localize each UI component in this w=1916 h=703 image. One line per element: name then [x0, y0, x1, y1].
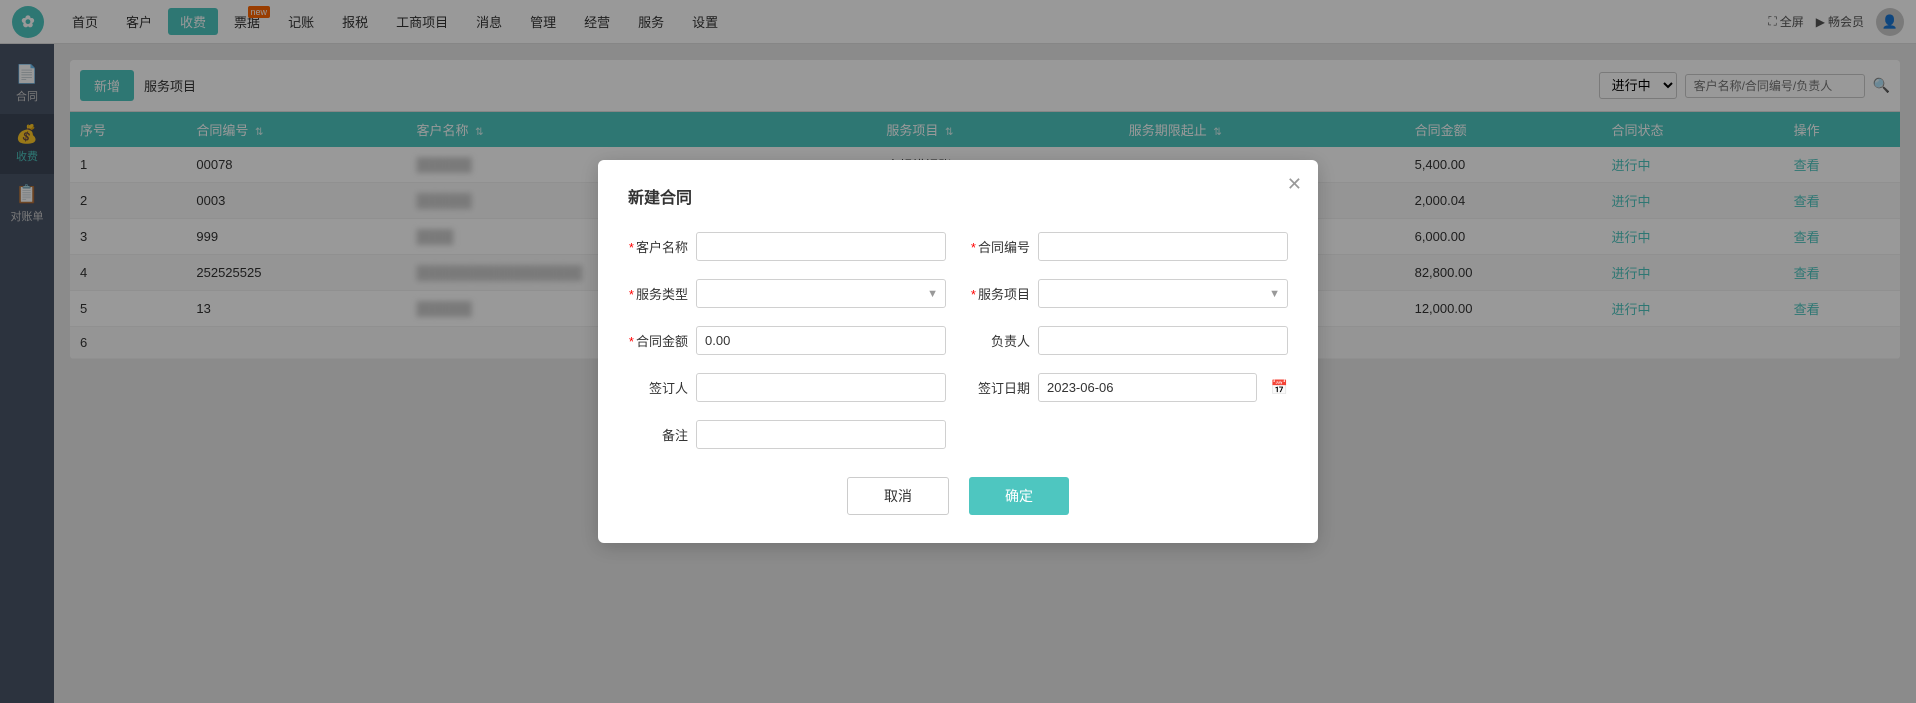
responsible-input[interactable] — [1038, 326, 1288, 355]
dialog-footer: 取消 确定 — [628, 477, 1288, 515]
amount-label: *合同金额 — [628, 331, 688, 350]
dialog-close-button[interactable]: ✕ — [1287, 174, 1302, 195]
form-field-sign-date: 签订日期 📅 — [970, 373, 1288, 402]
form-field-service-type: *服务类型 ▼ — [628, 279, 946, 308]
remarks-label: 备注 — [628, 425, 688, 444]
contract-no-label: *合同编号 — [970, 237, 1030, 256]
form-field-contract-no: *合同编号 — [970, 232, 1288, 261]
form-row-2: *服务类型 ▼ *服务项目 ▼ — [628, 279, 1288, 308]
remarks-input[interactable] — [696, 420, 946, 449]
service-item-wrapper: ▼ — [1038, 279, 1288, 308]
form-row-3: *合同金额 负责人 — [628, 326, 1288, 355]
cancel-button[interactable]: 取消 — [847, 477, 949, 515]
service-type-wrapper: ▼ — [696, 279, 946, 308]
service-item-select[interactable] — [1038, 279, 1288, 308]
amount-input[interactable] — [696, 326, 946, 355]
form-field-signer: 签订人 — [628, 373, 946, 402]
form-field-service-item: *服务项目 ▼ — [970, 279, 1288, 308]
confirm-button[interactable]: 确定 — [969, 477, 1069, 515]
service-item-label: *服务项目 — [970, 284, 1030, 303]
modal-overlay: 新建合同 ✕ *客户名称 *合同编号 *服务类型 — [0, 0, 1916, 703]
signer-label: 签订人 — [628, 378, 688, 397]
customer-name-label: *客户名称 — [628, 237, 688, 256]
new-contract-dialog: 新建合同 ✕ *客户名称 *合同编号 *服务类型 — [598, 160, 1318, 543]
form-field-amount: *合同金额 — [628, 326, 946, 355]
sign-date-input[interactable] — [1038, 373, 1257, 402]
sign-date-label: 签订日期 — [970, 378, 1030, 397]
form-field-responsible: 负责人 — [970, 326, 1288, 355]
responsible-label: 负责人 — [970, 331, 1030, 350]
dialog-title: 新建合同 — [628, 184, 1288, 208]
calendar-icon[interactable]: 📅 — [1271, 379, 1288, 396]
form-row-5: 备注 — [628, 420, 1288, 449]
form-row-4: 签订人 签订日期 📅 — [628, 373, 1288, 402]
signer-input[interactable] — [696, 373, 946, 402]
service-type-select[interactable] — [696, 279, 946, 308]
customer-name-input[interactable] — [696, 232, 946, 261]
form-row-1: *客户名称 *合同编号 — [628, 232, 1288, 261]
form-field-customer: *客户名称 — [628, 232, 946, 261]
service-type-label: *服务类型 — [628, 284, 688, 303]
form-field-remarks: 备注 — [628, 420, 946, 449]
contract-no-input[interactable] — [1038, 232, 1288, 261]
